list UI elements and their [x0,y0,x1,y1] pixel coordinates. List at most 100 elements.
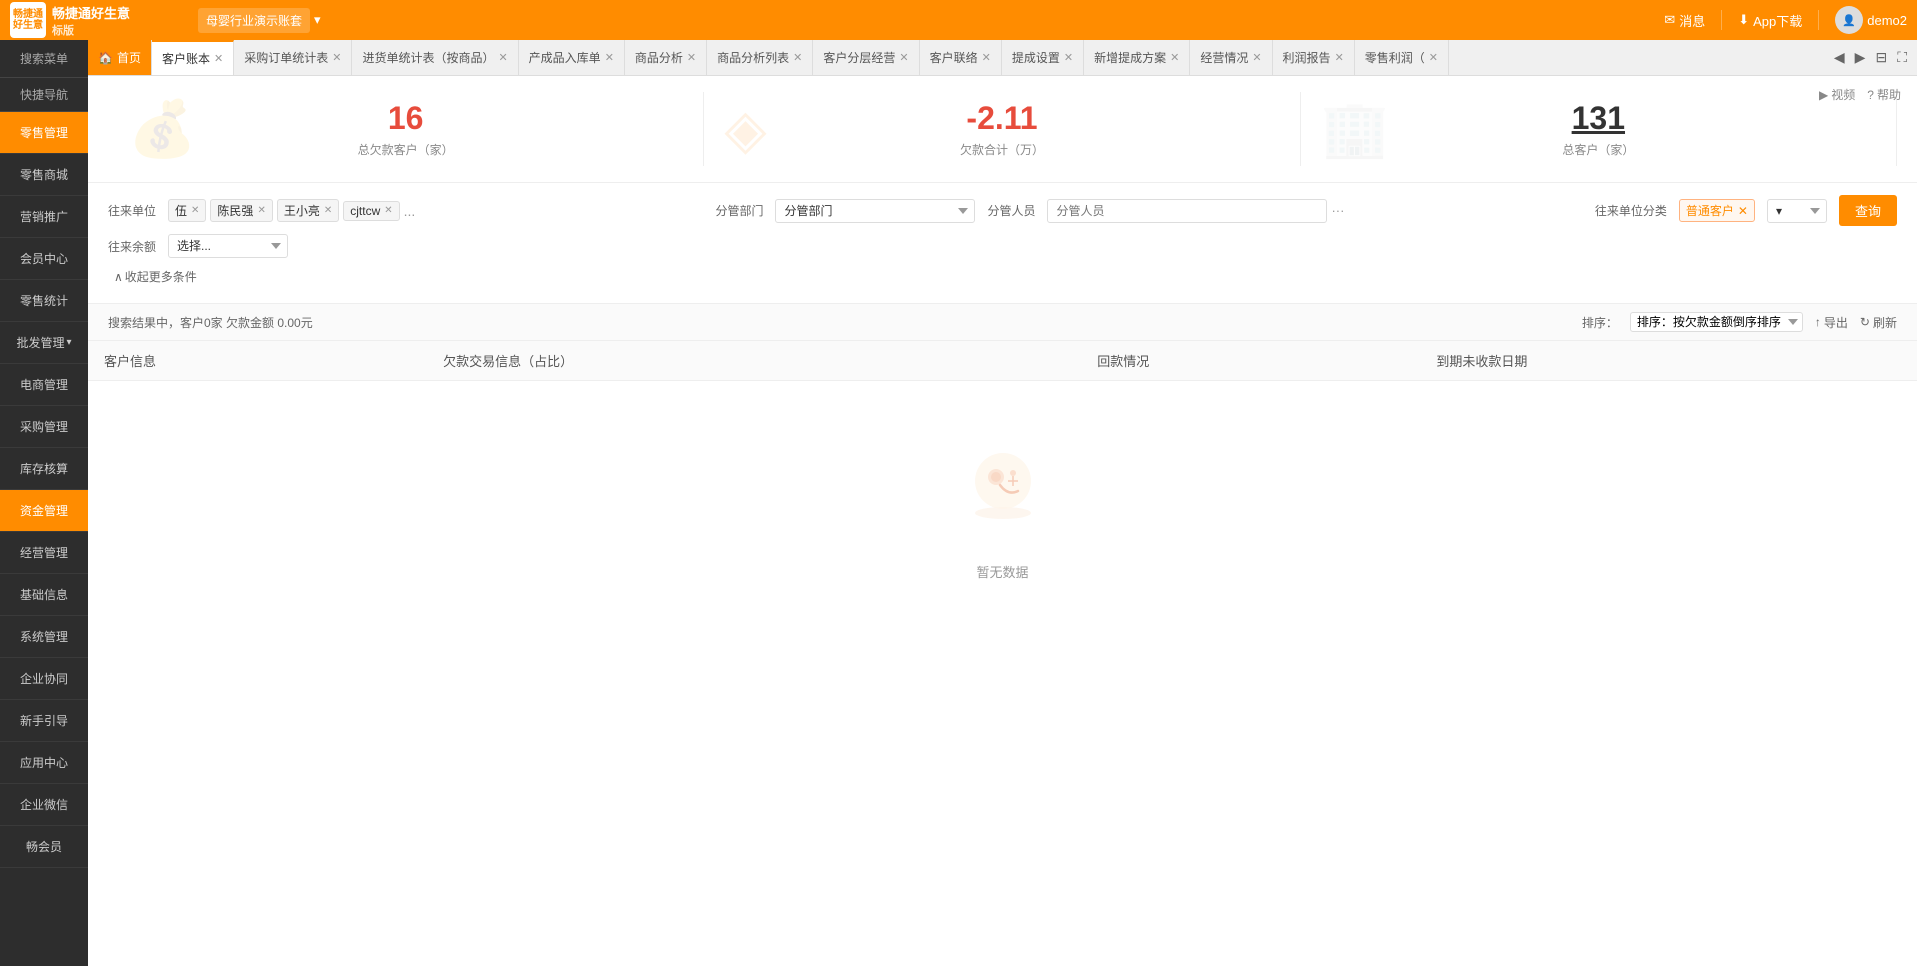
sidebar-item-finance-mgmt[interactable]: 资金管理 [0,490,88,532]
person-filter-label: 分管人员 [987,202,1035,219]
unit-tag-cjttcw-close[interactable]: ✕ [384,205,392,216]
tab-close-icon[interactable]: ✕ [1252,51,1261,64]
unit-tag-wu-close[interactable]: ✕ [191,205,199,216]
search-menu[interactable]: 搜索菜单 [0,40,88,78]
sidebar-item-member-center[interactable]: 会员中心 [0,238,88,280]
dept-select[interactable]: 分管部门 [775,199,975,223]
person-more-icon[interactable]: ··· [1331,203,1344,218]
tab-customer-contact[interactable]: 客户联络 ✕ [920,40,1002,76]
tab-customer-book[interactable]: 客户账本 ✕ [152,40,234,76]
message-button[interactable]: ✉ 消息 [1664,11,1705,30]
tab-home[interactable]: 🏠 首页 [88,40,152,76]
unit-category-tag-close[interactable]: ✕ [1738,204,1748,218]
export-button[interactable]: ↑ 导出 [1815,314,1848,331]
tab-profit-report[interactable]: 利润报告 ✕ [1273,40,1355,76]
sidebar-item-purchase-mgmt[interactable]: 采购管理 [0,406,88,448]
tab-inbound-stats[interactable]: 进货单统计表（按商品） ✕ [352,40,518,76]
sidebar-item-basic-info[interactable]: 基础信息 [0,574,88,616]
sort-select[interactable]: 排序：按欠款金额倒序排序 [1630,312,1803,332]
stat-total-debt: ◈ -2.11 欠款合计（万） [704,92,1300,166]
tab-close-icon[interactable]: ✕ [793,51,802,64]
sidebar-item-retail-stats[interactable]: 零售统计 [0,280,88,322]
sidebar-item-label: 基础信息 [4,586,84,603]
tab-close-icon[interactable]: ✕ [982,51,991,64]
logo-icon: 畅捷通好生意 [10,2,46,38]
tab-close-icon[interactable]: ✕ [605,51,614,64]
tab-right-arrow[interactable]: ▶ [1851,47,1870,68]
video-button[interactable]: ▶ 视频 [1819,86,1855,103]
logo-area: 畅捷通好生意 畅捷通好生意 标版 [10,2,190,38]
sidebar-item-label: 零售统计 [4,292,84,309]
tab-tip-settings[interactable]: 提成设置 ✕ [1002,40,1084,76]
tab-close-icon[interactable]: ✕ [1064,51,1073,64]
sidebar-item-wholesale-mgmt[interactable]: 批发管理 ▾ [0,322,88,364]
unit-category-select[interactable]: ▾ [1767,199,1827,223]
unit-filter-label: 往来单位 [108,202,156,219]
sidebar-item-system-mgmt[interactable]: 系统管理 [0,616,88,658]
sidebar-item-member-vip[interactable]: 畅会员 [0,826,88,868]
unit-tag-cjttcw-text: cjttcw [350,204,380,218]
export-label: 导出 [1824,314,1848,331]
sidebar-item-new-guide[interactable]: 新手引导 [0,700,88,742]
unit-tag-chen-close[interactable]: ✕ [257,205,265,216]
tab-retail-profit[interactable]: 零售利润（ ✕ [1355,40,1449,76]
sidebar-item-retail-mall[interactable]: 零售商城 [0,154,88,196]
query-button[interactable]: 查询 [1839,195,1897,226]
sidebar-item-label: 库存核算 [4,460,84,477]
tab-close-icon[interactable]: ✕ [899,51,908,64]
sidebar-item-retail-mgmt[interactable]: 零售管理 [0,112,88,154]
divider2 [1818,10,1819,30]
sidebar-item-ecommerce-mgmt[interactable]: 电商管理 [0,364,88,406]
tab-close-icon[interactable]: ✕ [1335,51,1344,64]
user-avatar-area[interactable]: 👤 demo2 [1835,6,1907,34]
table-header-row: 客户信息 欠款交易信息（占比） 回款情况 到期未收款日期 [88,341,1917,381]
sidebar-item-operations-mgmt[interactable]: 经营管理 [0,532,88,574]
tab-left-arrow[interactable]: ◀ [1830,47,1849,68]
tab-operation-status[interactable]: 经营情况 ✕ [1190,40,1272,76]
unit-tag-wang-close[interactable]: ✕ [324,205,332,216]
stats-area: 💰 16 总欠款客户（家） ◈ -2.11 欠款合计（万） 🏢 131 总客户（… [88,76,1917,183]
tab-product-inbound[interactable]: 产成品入库单 ✕ [519,40,625,76]
tab-product-analysis[interactable]: 商品分析 ✕ [625,40,707,76]
more-tags-button[interactable]: ... [404,203,416,219]
tab-close-icon[interactable]: ✕ [1429,51,1438,64]
remaining-select[interactable]: 选择... [168,234,288,258]
help-button[interactable]: ? 帮助 [1867,86,1901,103]
app-download-button[interactable]: ⬇ App下载 [1738,11,1802,30]
tab-new-tip-plan[interactable]: 新增提成方案 ✕ [1084,40,1190,76]
sidebar-item-inventory-check[interactable]: 库存核算 [0,448,88,490]
person-input[interactable] [1047,199,1327,223]
user-label: demo2 [1867,13,1907,28]
sidebar-item-marketing[interactable]: 营销推广 [0,196,88,238]
tab-close-icon[interactable]: ✕ [214,52,223,65]
app-download-label: App下载 [1753,11,1802,30]
stat-debt-value: -2.11 [966,100,1037,137]
collapse-button[interactable]: ∧ 收起更多条件 [108,262,1897,291]
tab-purchase-order-stats[interactable]: 采购订单统计表 ✕ [234,40,352,76]
refresh-label: 刷新 [1873,314,1897,331]
stat-all-customers-value: 131 [1572,100,1625,137]
tab-product-analysis-list[interactable]: 商品分析列表 ✕ [707,40,813,76]
filter-area: 往来单位 伍 ✕ 陈民强 ✕ 王小亮 [88,183,1917,304]
refresh-button[interactable]: ↻ 刷新 [1860,314,1897,331]
sidebar-item-enterprise-collab[interactable]: 企业协同 [0,658,88,700]
tab-close-icon[interactable]: ✕ [1170,51,1179,64]
sidebar-item-label: 应用中心 [4,754,84,771]
tab-close-icon[interactable]: ✕ [498,51,507,64]
video-help-area: ▶ 视频 ? 帮助 [1819,86,1901,103]
sidebar-item-enterprise-wechat[interactable]: 企业微信 [0,784,88,826]
company-dropdown[interactable]: 母婴行业演示账套 [198,8,310,33]
chevron-up-icon: ∧ [114,270,123,284]
tab-close-icon[interactable]: ✕ [332,51,341,64]
tab-customer-segment[interactable]: 客户分层经营 ✕ [813,40,919,76]
stat-debt-label: 欠款合计（万） [960,141,1044,158]
results-summary: 搜索结果中，客户0家 欠款金额 0.00元 [108,314,313,331]
tab-fullscreen-icon[interactable]: ⛶ [1893,47,1911,68]
sort-label: 排序： [1582,314,1618,331]
tab-close-icon[interactable]: ✕ [687,51,696,64]
quick-nav[interactable]: 快捷导航 [0,78,88,112]
sidebar-item-app-center[interactable]: 应用中心 [0,742,88,784]
tab-label: 经营情况 [1200,49,1248,66]
home-icon: 🏠 [98,51,113,65]
tab-expand-icon[interactable]: ⊟ [1871,47,1891,68]
